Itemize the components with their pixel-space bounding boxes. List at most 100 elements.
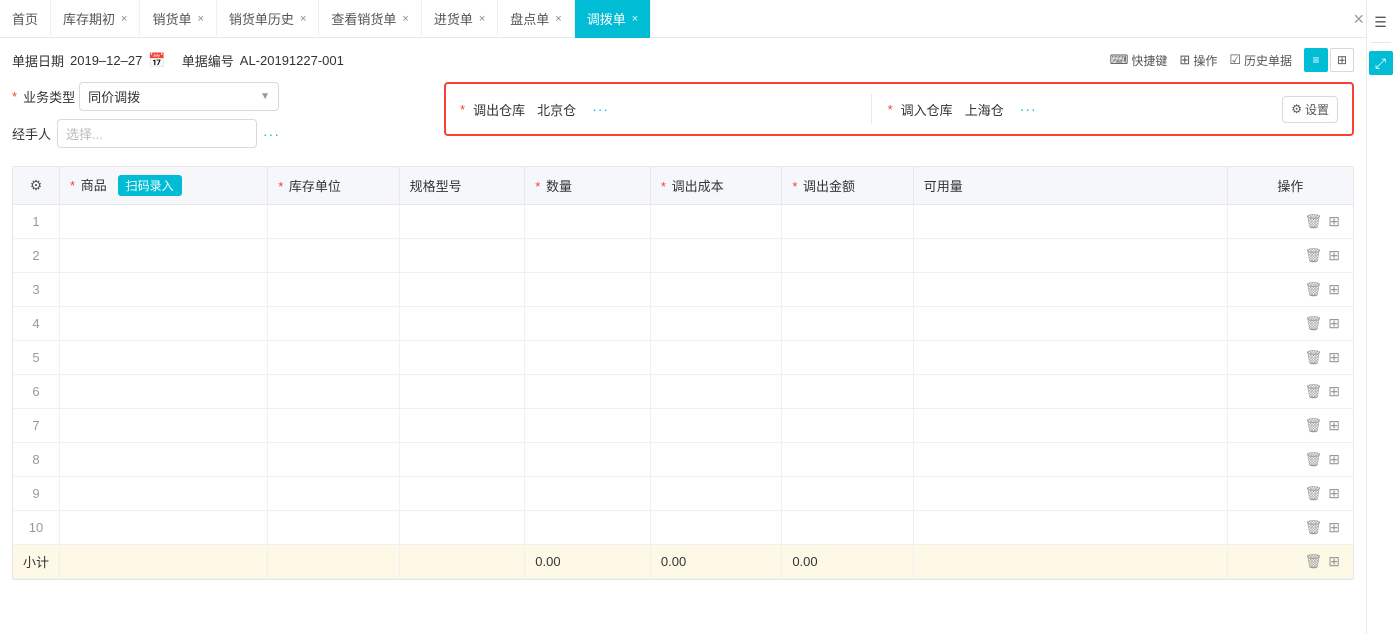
cell-available[interactable] (913, 239, 1227, 273)
cell-amount[interactable] (782, 341, 913, 375)
cell-spec[interactable] (399, 409, 525, 443)
cell-spec[interactable] (399, 545, 525, 579)
cell-qty[interactable] (525, 409, 651, 443)
tab-sales-history[interactable]: 销货单历史 × (217, 0, 319, 38)
cell-spec[interactable] (399, 375, 525, 409)
delete-row-btn[interactable]: 🗑 (1301, 313, 1325, 334)
delete-row-btn[interactable]: 🗑 (1301, 381, 1325, 402)
delete-row-btn[interactable]: 🗑 (1301, 245, 1325, 266)
cell-available[interactable] (913, 307, 1227, 341)
tab-view-sales[interactable]: 查看销货单 × (319, 0, 421, 38)
operations-btn[interactable]: ⊞ 操作 (1179, 52, 1217, 69)
cell-product[interactable] (60, 443, 268, 477)
cell-cost[interactable]: 0.00 (650, 545, 781, 579)
agent-more-btn[interactable]: ··· (263, 126, 280, 142)
cell-cost[interactable] (650, 409, 781, 443)
delete-row-btn[interactable]: 🗑 (1301, 279, 1325, 300)
copy-row-btn[interactable]: ⊞ (1325, 381, 1343, 402)
cell-available[interactable] (913, 545, 1227, 579)
cell-available[interactable] (913, 375, 1227, 409)
cell-product[interactable] (60, 273, 268, 307)
cell-spec[interactable] (399, 205, 525, 239)
view-list-btn[interactable]: ≡ (1304, 48, 1328, 72)
cell-cost[interactable] (650, 307, 781, 341)
settings-button[interactable]: ⚙ 设置 (1282, 96, 1338, 123)
cell-unit[interactable] (268, 477, 399, 511)
agent-select[interactable]: 选择... (57, 119, 257, 148)
tab-inventory-init[interactable]: 库存期初 × (51, 0, 140, 38)
tab-inventory-check[interactable]: 盘点单 × (498, 0, 574, 38)
cell-qty[interactable] (525, 307, 651, 341)
view-grid-btn[interactable]: ⊞ (1330, 48, 1354, 72)
cell-spec[interactable] (399, 239, 525, 273)
panel-list-btn[interactable]: ☰ (1369, 10, 1393, 34)
cell-qty[interactable] (525, 273, 651, 307)
copy-row-btn[interactable]: ⊞ (1325, 551, 1343, 572)
cell-amount[interactable] (782, 409, 913, 443)
cell-amount[interactable] (782, 307, 913, 341)
tab-close-sales-order[interactable]: × (197, 13, 203, 25)
cell-amount[interactable] (782, 477, 913, 511)
delete-row-btn[interactable]: 🗑 (1301, 211, 1325, 232)
tab-purchase[interactable]: 进货单 × (422, 0, 498, 38)
copy-row-btn[interactable]: ⊞ (1325, 211, 1343, 232)
cell-qty[interactable] (525, 443, 651, 477)
in-warehouse-more-btn[interactable]: ··· (1020, 101, 1037, 117)
copy-row-btn[interactable]: ⊞ (1325, 279, 1343, 300)
cell-amount[interactable] (782, 511, 913, 545)
tab-close-sales-history[interactable]: × (300, 13, 306, 25)
cell-available[interactable] (913, 443, 1227, 477)
panel-expand-btn[interactable]: ⤢ (1369, 51, 1393, 75)
cell-cost[interactable] (650, 273, 781, 307)
cell-cost[interactable] (650, 443, 781, 477)
history-btn[interactable]: ☑ 历史单据 (1229, 52, 1292, 69)
cell-spec[interactable] (399, 477, 525, 511)
tab-close-transfer[interactable]: × (632, 13, 638, 25)
cell-unit[interactable] (268, 409, 399, 443)
delete-row-btn[interactable]: 🗑 (1301, 483, 1325, 504)
cell-cost[interactable] (650, 511, 781, 545)
cell-available[interactable] (913, 409, 1227, 443)
cell-unit[interactable] (268, 205, 399, 239)
delete-row-btn[interactable]: 🗑 (1301, 415, 1325, 436)
copy-row-btn[interactable]: ⊞ (1325, 313, 1343, 334)
tab-home[interactable]: 首页 (8, 0, 51, 38)
business-type-select[interactable]: 同价调拨 ▼ (79, 82, 279, 111)
cell-amount[interactable]: 0.00 (782, 545, 913, 579)
cell-amount[interactable] (782, 443, 913, 477)
delete-row-btn[interactable]: 🗑 (1301, 551, 1325, 572)
cell-unit[interactable] (268, 307, 399, 341)
cell-product[interactable] (60, 409, 268, 443)
copy-row-btn[interactable]: ⊞ (1325, 245, 1343, 266)
cell-qty[interactable] (525, 375, 651, 409)
cell-unit[interactable] (268, 341, 399, 375)
cell-available[interactable] (913, 341, 1227, 375)
cell-qty[interactable] (525, 239, 651, 273)
copy-row-btn[interactable]: ⊞ (1325, 347, 1343, 368)
cell-unit[interactable] (268, 545, 399, 579)
cell-available[interactable] (913, 511, 1227, 545)
cell-product[interactable] (60, 307, 268, 341)
cell-product[interactable] (60, 477, 268, 511)
delete-row-btn[interactable]: 🗑 (1301, 449, 1325, 470)
out-warehouse-more-btn[interactable]: ··· (592, 101, 609, 117)
tab-close-inventory-init[interactable]: × (121, 13, 127, 25)
copy-row-btn[interactable]: ⊞ (1325, 517, 1343, 538)
cell-amount[interactable] (782, 273, 913, 307)
cell-spec[interactable] (399, 443, 525, 477)
cell-cost[interactable] (650, 375, 781, 409)
cell-cost[interactable] (650, 477, 781, 511)
shortcut-btn[interactable]: ⌨ 快捷键 (1110, 52, 1168, 69)
cell-unit[interactable] (268, 443, 399, 477)
cell-product[interactable] (60, 341, 268, 375)
cell-unit[interactable] (268, 511, 399, 545)
table-settings-icon[interactable]: ⚙ (30, 177, 43, 193)
cell-unit[interactable] (268, 239, 399, 273)
delete-row-btn[interactable]: 🗑 (1301, 517, 1325, 538)
cell-product[interactable] (60, 239, 268, 273)
copy-row-btn[interactable]: ⊞ (1325, 483, 1343, 504)
calendar-icon[interactable]: 📅 (148, 52, 165, 69)
cell-cost[interactable] (650, 341, 781, 375)
cell-spec[interactable] (399, 511, 525, 545)
cell-available[interactable] (913, 273, 1227, 307)
